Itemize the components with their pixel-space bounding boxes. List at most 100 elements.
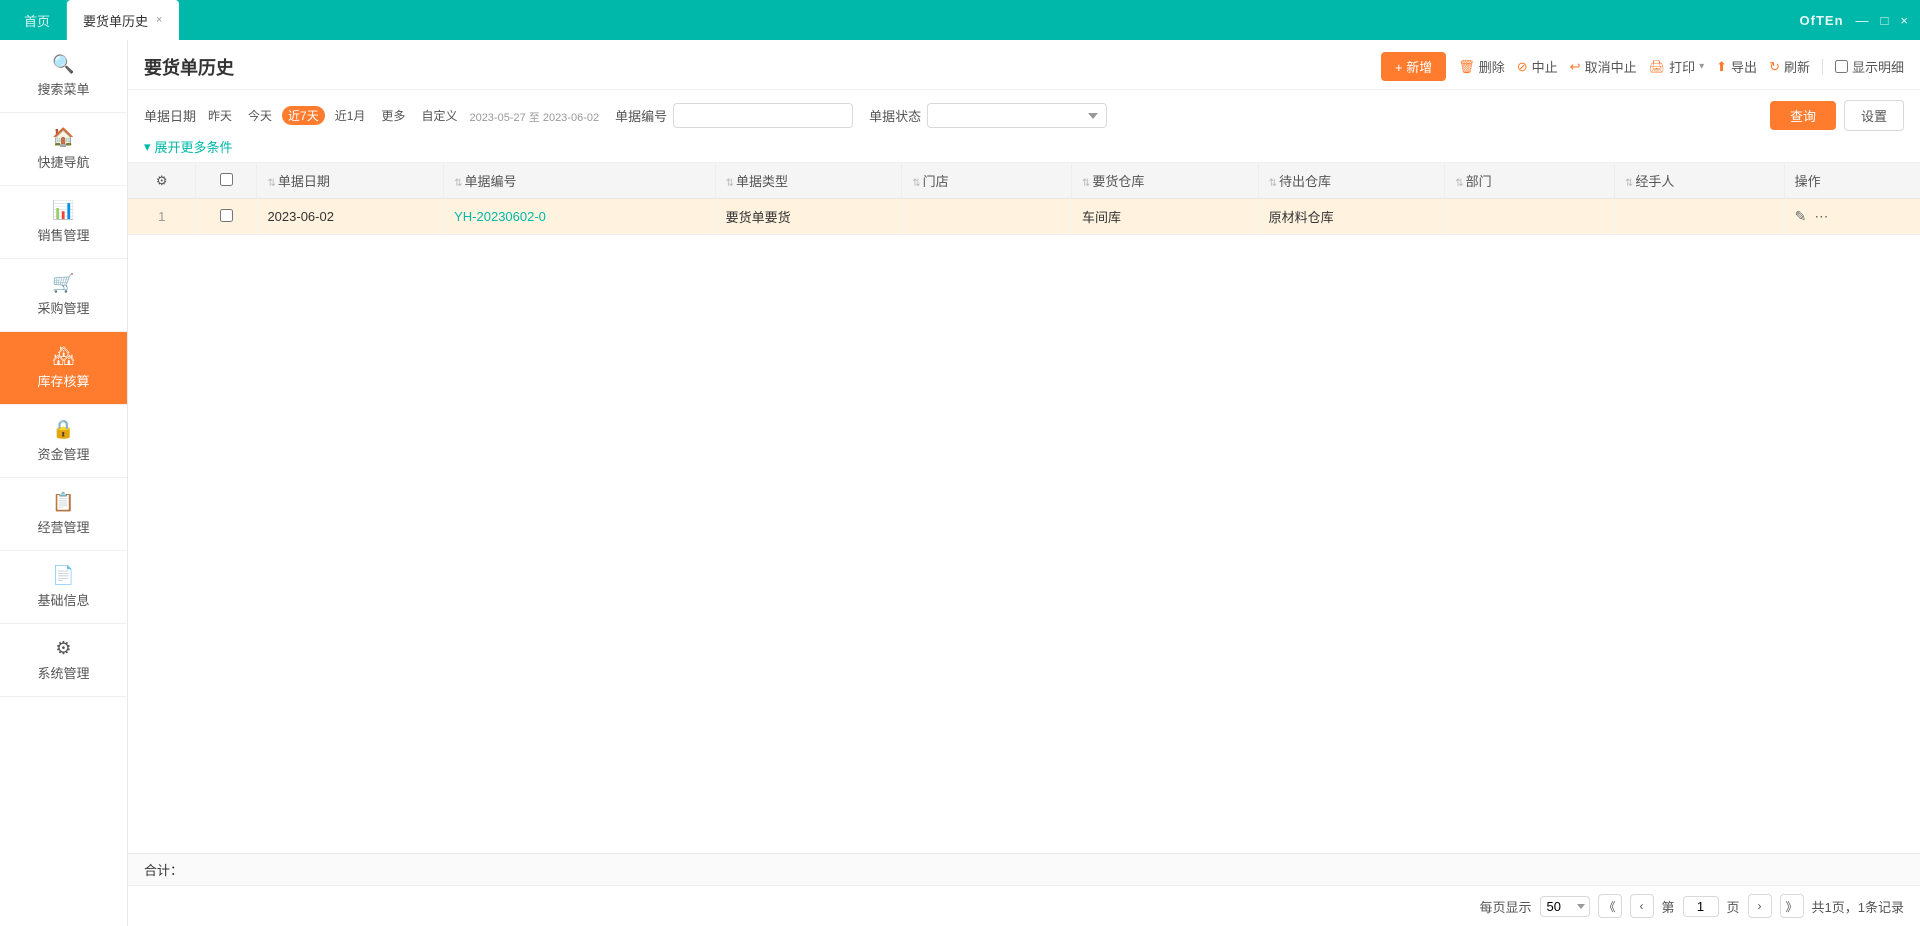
col-handler-header[interactable]: 经手人 <box>1614 163 1784 199</box>
page-label-after: 页 <box>1727 897 1740 916</box>
show-detail-input[interactable] <box>1835 60 1848 73</box>
row-edit-icon[interactable]: ✎ <box>1795 208 1807 225</box>
next-page-btn[interactable]: › <box>1748 894 1772 918</box>
row-handler <box>1614 199 1784 235</box>
footer-summary: 合计： <box>144 860 1904 879</box>
sidebar-item-sales[interactable]: 📊 销售管理 <box>0 186 127 259</box>
inventory-icon: 🏘 <box>52 346 75 367</box>
row-ops: ✎ ⋯ <box>1784 199 1920 235</box>
sidebar-item-label: 销售管理 <box>37 225 89 244</box>
tab-history[interactable]: 要货单历史 × <box>67 0 179 40</box>
sidebar-item-purchase[interactable]: 🛒 采购管理 <box>0 259 127 332</box>
export-button[interactable]: ⬆ 导出 <box>1716 57 1757 76</box>
sales-icon: 📊 <box>52 200 74 221</box>
date-filter-group: 单据日期 昨天 今天 近7天 近1月 更多 自定义 2023-05-27 至 2… <box>144 106 599 125</box>
row-num-link[interactable]: YH-20230602-0 <box>444 199 716 235</box>
sidebar-item-label: 快捷导航 <box>37 152 89 171</box>
row-date: 2023-06-02 <box>257 199 444 235</box>
sidebar-item-operations[interactable]: 📋 经营管理 <box>0 478 127 551</box>
page-size-select[interactable]: 50 10 20 100 <box>1540 896 1590 917</box>
table-container: ⚙ 单据日期 单据编号 单据类型 门店 要货仓库 待出仓库 部门 经手人 操作 <box>128 163 1920 853</box>
shortcut-1month[interactable]: 近1月 <box>329 106 372 125</box>
row-seq: 1 <box>128 199 196 235</box>
row-type: 要货单要货 <box>715 199 902 235</box>
shortcut-today[interactable]: 今天 <box>242 106 278 125</box>
page-label-before: 第 <box>1662 897 1675 916</box>
operations-icon: 📋 <box>52 492 74 513</box>
date-range-text: 2023-05-27 至 2023-06-02 <box>469 109 599 125</box>
top-bar: 首页 要货单历史 × OfTEn — □ × <box>0 0 1920 40</box>
prev-page-btn[interactable]: ‹ <box>1630 894 1654 918</box>
billno-input[interactable] <box>673 103 853 128</box>
tab-home[interactable]: 首页 <box>8 0 67 40</box>
status-label: 单据状态 <box>869 106 921 125</box>
cancel-stop-button[interactable]: ↩ 取消中止 <box>1570 57 1637 76</box>
first-page-btn[interactable]: 《 <box>1598 894 1622 918</box>
brand-label: OfTEn <box>1800 13 1844 28</box>
toolbar: + 新增 🗑 删除 ⊘ 中止 ↩ 取消中止 🖨 打印 ▾ <box>1381 52 1904 81</box>
sidebar-item-label: 采购管理 <box>37 298 89 317</box>
col-type-header[interactable]: 单据类型 <box>715 163 902 199</box>
shortcut-custom[interactable]: 自定义 <box>415 106 463 125</box>
sidebar-item-inventory[interactable]: 🏘 库存核算 <box>0 332 127 405</box>
col-settings[interactable]: ⚙ <box>128 163 196 199</box>
col-date-header[interactable]: 单据日期 <box>257 163 444 199</box>
filter-row-1: 单据日期 昨天 今天 近7天 近1月 更多 自定义 2023-05-27 至 2… <box>144 100 1904 131</box>
table-body: 1 2023-06-02 YH-20230602-0 要货单要货 车间库 原材料… <box>128 199 1920 235</box>
table-row: 1 2023-06-02 YH-20230602-0 要货单要货 车间库 原材料… <box>128 199 1920 235</box>
col-num-header[interactable]: 单据编号 <box>444 163 716 199</box>
col-wait-wh-header[interactable]: 待出仓库 <box>1258 163 1445 199</box>
purchase-icon: 🛒 <box>52 273 74 294</box>
sidebar-item-system[interactable]: ⚙ 系统管理 <box>0 624 127 697</box>
page-input[interactable] <box>1683 896 1719 917</box>
sidebar-item-finance[interactable]: 🔒 资金管理 <box>0 405 127 478</box>
minimize-btn[interactable]: — <box>1856 13 1869 28</box>
sidebar-item-search-menu[interactable]: 🔍 搜索菜单 <box>0 40 127 113</box>
billno-label: 单据编号 <box>615 106 667 125</box>
col-checkbox-header <box>196 163 257 199</box>
new-button[interactable]: + 新增 <box>1381 52 1446 81</box>
pagination: 每页显示 50 10 20 100 《 ‹ 第 页 › 》 共1页，1条记录 <box>128 885 1920 926</box>
sidebar-item-basic[interactable]: 📄 基础信息 <box>0 551 127 624</box>
row-dept <box>1445 199 1615 235</box>
col-dept-header[interactable]: 部门 <box>1445 163 1615 199</box>
sidebar-item-label: 资金管理 <box>37 444 89 463</box>
sidebar-item-label: 经营管理 <box>37 517 89 536</box>
sidebar-item-label: 搜索菜单 <box>37 79 89 98</box>
shortcut-7days[interactable]: 近7天 <box>282 106 325 125</box>
main-layout: 🔍 搜索菜单 🏠 快捷导航 📊 销售管理 🛒 采购管理 🏘 库存核算 🔒 资金管… <box>0 40 1920 926</box>
row-checkbox[interactable] <box>220 209 233 222</box>
date-shortcuts: 昨天 今天 近7天 近1月 更多 自定义 <box>202 106 463 125</box>
col-store-header[interactable]: 门店 <box>902 163 1072 199</box>
sidebar: 🔍 搜索菜单 🏠 快捷导航 📊 销售管理 🛒 采购管理 🏘 库存核算 🔒 资金管… <box>0 40 128 926</box>
row-checkbox-cell <box>196 199 257 235</box>
billno-filter-group: 单据编号 <box>615 103 853 128</box>
col-req-wh-header[interactable]: 要货仓库 <box>1071 163 1258 199</box>
row-more-icon[interactable]: ⋯ <box>1814 208 1828 225</box>
sidebar-item-quick-nav[interactable]: 🏠 快捷导航 <box>0 113 127 186</box>
refresh-button[interactable]: ↻ 刷新 <box>1769 57 1810 76</box>
stop-button[interactable]: ⊘ 中止 <box>1517 57 1558 76</box>
shortcut-more[interactable]: 更多 <box>375 106 411 125</box>
show-detail-checkbox[interactable]: 显示明细 <box>1835 57 1904 76</box>
col-ops-header: 操作 <box>1784 163 1920 199</box>
settings-button[interactable]: 设置 <box>1844 100 1904 131</box>
last-page-btn[interactable]: 》 <box>1780 894 1804 918</box>
maximize-btn[interactable]: □ <box>1881 13 1889 28</box>
page-size-label: 每页显示 <box>1479 897 1531 916</box>
content-area: 要货单历史 + 新增 🗑 删除 ⊘ 中止 ↩ 取消中止 🖨 <box>128 40 1920 926</box>
tab-close-icon[interactable]: × <box>156 14 162 26</box>
table-header-row: ⚙ 单据日期 单据编号 单据类型 门店 要货仓库 待出仓库 部门 经手人 操作 <box>128 163 1920 199</box>
expand-icon: ▾ <box>144 139 151 155</box>
shortcut-yesterday[interactable]: 昨天 <box>202 106 238 125</box>
status-select[interactable] <box>927 103 1107 128</box>
delete-button[interactable]: 🗑 删除 <box>1458 57 1505 76</box>
date-filter-label: 单据日期 <box>144 106 196 125</box>
print-button[interactable]: 🖨 打印 ▾ <box>1649 57 1705 76</box>
select-all-checkbox[interactable] <box>220 173 233 186</box>
sidebar-item-label: 库存核算 <box>37 371 89 390</box>
query-button[interactable]: 查询 <box>1770 101 1836 130</box>
close-btn[interactable]: × <box>1900 13 1908 28</box>
expand-more-btn[interactable]: ▾ 展开更多条件 <box>144 137 1904 156</box>
row-store <box>902 199 1072 235</box>
